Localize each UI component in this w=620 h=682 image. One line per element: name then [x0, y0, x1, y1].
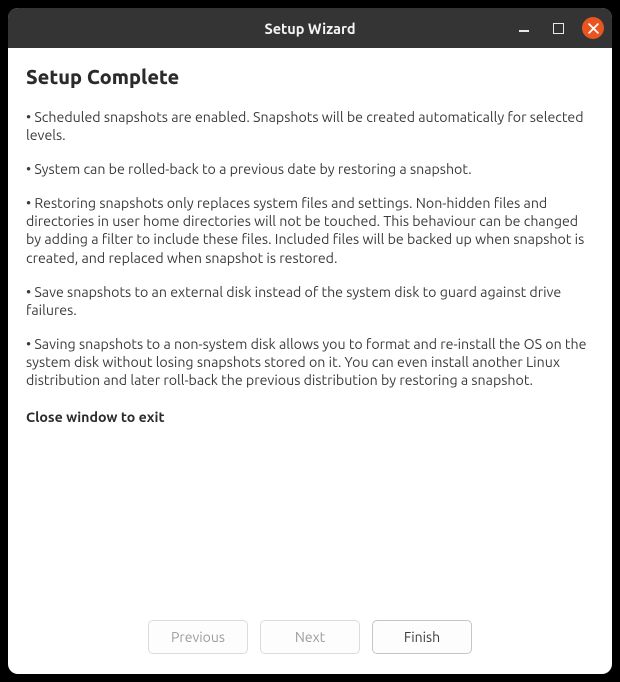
info-bullet: Save snapshots to an external disk inste… — [26, 283, 594, 319]
previous-button: Previous — [148, 620, 248, 654]
finish-button[interactable]: Finish — [372, 620, 472, 654]
close-icon[interactable] — [582, 17, 604, 39]
info-bullet: Scheduled snapshots are enabled. Snapsho… — [26, 108, 594, 144]
maximize-icon[interactable] — [548, 18, 568, 38]
page-title: Setup Complete — [26, 64, 594, 90]
setup-wizard-window: Setup Wizard Setup Complete Scheduled sn… — [8, 8, 612, 674]
info-bullet: System can be rolled-back to a previous … — [26, 160, 594, 178]
minimize-icon[interactable] — [514, 18, 534, 38]
titlebar: Setup Wizard — [8, 8, 612, 48]
next-button: Next — [260, 620, 360, 654]
close-window-hint: Close window to exit — [26, 408, 594, 426]
window-title: Setup Wizard — [264, 20, 355, 37]
info-bullet: Restoring snapshots only replaces system… — [26, 194, 594, 267]
button-bar: Previous Next Finish — [8, 610, 612, 674]
content-area: Setup Complete Scheduled snapshots are e… — [8, 48, 612, 610]
info-bullet: Saving snapshots to a non-system disk al… — [26, 335, 594, 390]
window-controls — [514, 8, 604, 48]
